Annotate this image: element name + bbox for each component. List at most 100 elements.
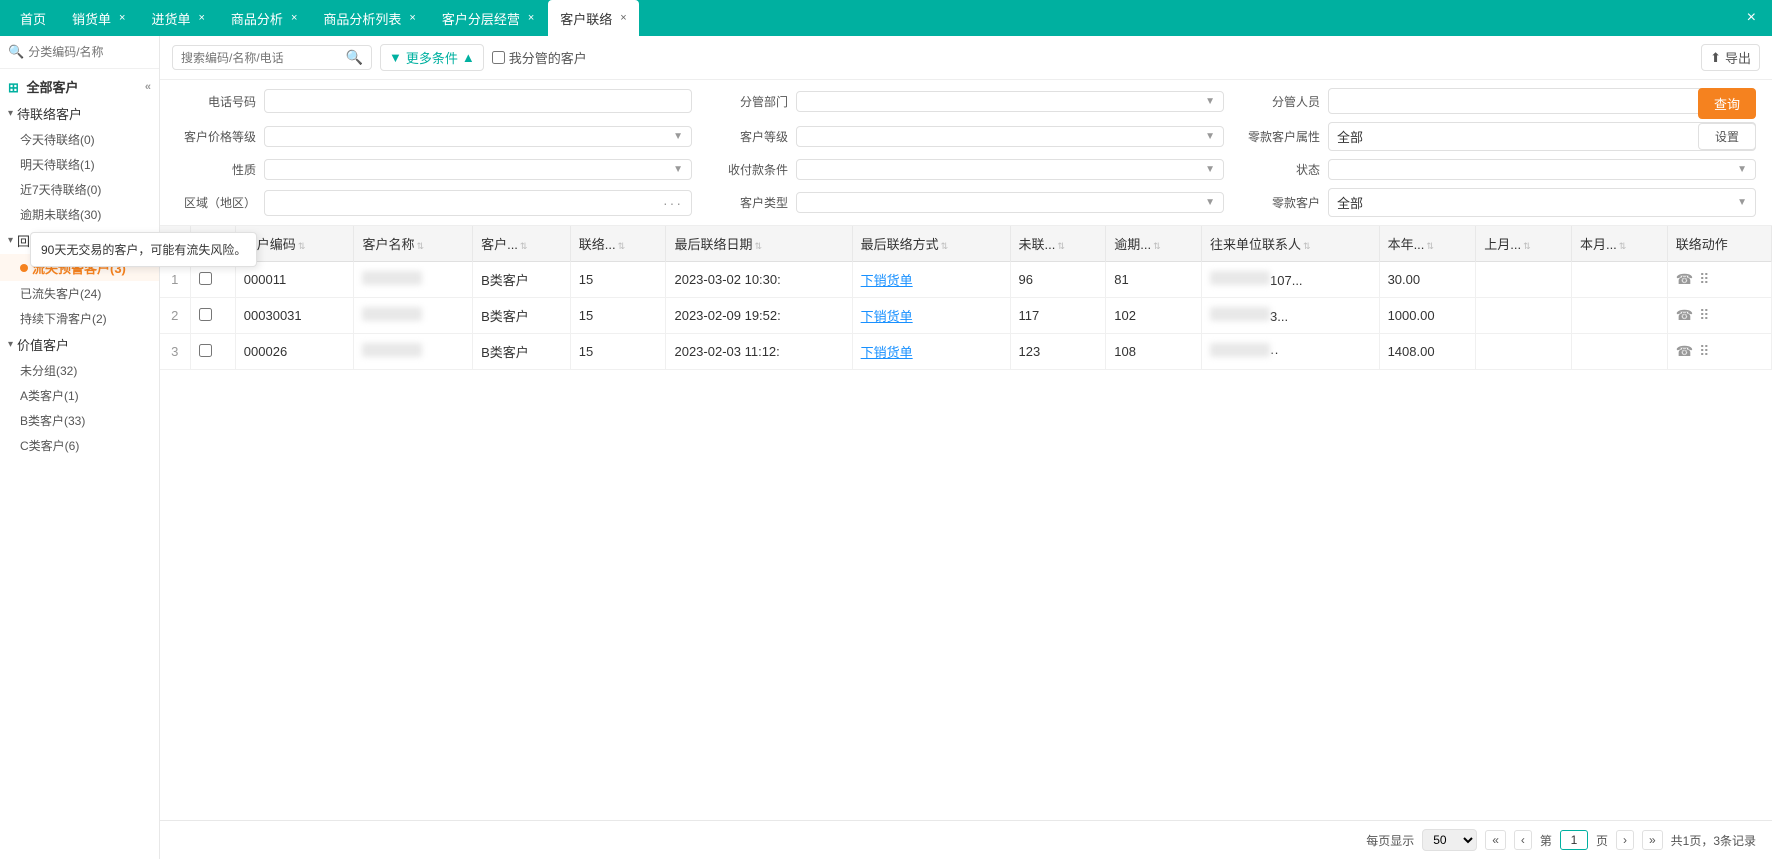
tab-close-icon-6[interactable]: × <box>620 12 626 24</box>
zero-attr-label: 零款客户属性 <box>1240 128 1320 145</box>
col-header-overdue[interactable]: 逾期...⇅ <box>1106 226 1202 262</box>
pagination: 每页显示 50 100 200 « ‹ 第 1 页 › » 共1页，3条记录 <box>160 820 1772 859</box>
sort-icon: ⇅ <box>941 241 949 251</box>
col-header-name[interactable]: 客户名称⇅ <box>354 226 473 262</box>
sidebar-item-0-3[interactable]: 逾期未联络(30) <box>0 202 159 227</box>
sidebar-item-2-2[interactable]: B类客户(33) <box>0 408 159 433</box>
price-level-select[interactable]: ▼ <box>264 126 692 147</box>
col-header-last_contact_date[interactable]: 最后联络日期⇅ <box>666 226 852 262</box>
sidebar-item-1-1[interactable]: 已流失客户(24) <box>0 281 159 306</box>
more-action-icon[interactable]: ⠿ <box>1699 343 1709 360</box>
zero-customer-select[interactable]: 全部▼ <box>1328 188 1756 217</box>
nav-tab-0[interactable]: 首页 <box>8 0 58 36</box>
per-page-select[interactable]: 50 100 200 <box>1422 829 1477 851</box>
tab-close-icon-4[interactable]: × <box>409 12 415 24</box>
gender-label: 性质 <box>176 161 256 178</box>
sidebar-item-2-0[interactable]: 未分组(32) <box>0 358 159 383</box>
last-contact-method[interactable]: 下销货单 <box>852 262 1010 298</box>
search-button[interactable]: 🔍 <box>346 49 363 66</box>
method-link[interactable]: 下销货单 <box>861 345 913 360</box>
nav-tab-3[interactable]: 商品分析× <box>219 0 309 36</box>
nav-tab-2[interactable]: 进货单× <box>139 0 216 36</box>
next-page-button[interactable]: › <box>1616 830 1634 850</box>
col-header-uncontacted[interactable]: 未联...⇅ <box>1010 226 1106 262</box>
window-close-button[interactable]: × <box>1739 5 1764 31</box>
my-customers-checkbox[interactable] <box>492 51 505 64</box>
last-contact-method[interactable]: 下销货单 <box>852 334 1010 370</box>
col-header-this_year[interactable]: 本年...⇅ <box>1379 226 1476 262</box>
last-page-button[interactable]: » <box>1642 830 1663 850</box>
col-header-contact_person[interactable]: 往来单位联系人⇅ <box>1202 226 1380 262</box>
sort-icon: ⇅ <box>1303 241 1311 251</box>
grid-icon: ⊞ <box>8 80 19 95</box>
nav-tab-1[interactable]: 销货单× <box>60 0 137 36</box>
filter-row-1: 电话号码 分管部门 ▼ 分管人员 ··· 查询 设置 <box>176 88 1756 114</box>
method-link[interactable]: 下销货单 <box>861 273 913 288</box>
sidebar-collapse-button[interactable]: « <box>145 81 151 93</box>
tab-close-icon-1[interactable]: × <box>119 12 125 24</box>
tab-close-icon-2[interactable]: × <box>198 12 204 24</box>
toolbar: 🔍 ▼ 更多条件 ▲ 我分管的客户 ⬆ 导出 <box>160 36 1772 80</box>
nav-tab-4[interactable]: 商品分析列表× <box>311 0 427 36</box>
sidebar-item-0-1[interactable]: 明天待联络(1) <box>0 152 159 177</box>
zero-attr-select[interactable]: 全部▼ <box>1328 122 1756 151</box>
contact-person-blurred <box>1210 307 1270 321</box>
row-checkbox[interactable] <box>199 308 212 321</box>
last-contact-method[interactable]: 下销货单 <box>852 298 1010 334</box>
contact-count: 15 <box>570 298 666 334</box>
customer-type-select[interactable]: ▼ <box>796 192 1224 213</box>
nav-tab-6[interactable]: 客户联络× <box>548 0 638 36</box>
more-action-icon[interactable]: ⠿ <box>1699 271 1709 288</box>
sidebar-item-2-3[interactable]: C类客户(6) <box>0 433 159 458</box>
phone-input[interactable] <box>264 89 692 113</box>
sidebar-item-2-1[interactable]: A类客户(1) <box>0 383 159 408</box>
row-checkbox[interactable] <box>199 344 212 357</box>
person-select[interactable]: ··· <box>1328 88 1756 114</box>
customer-type: B类客户 <box>473 334 571 370</box>
payment-select[interactable]: ▼ <box>796 159 1224 180</box>
current-page[interactable]: 1 <box>1560 830 1588 850</box>
sidebar-item-0-2[interactable]: 近7天待联络(0) <box>0 177 159 202</box>
col-header-type[interactable]: 客户...⇅ <box>473 226 571 262</box>
settings-button[interactable]: 设置 <box>1698 123 1756 150</box>
col-header-last_month[interactable]: 上月...⇅ <box>1476 226 1572 262</box>
more-action-icon[interactable]: ⠿ <box>1699 307 1709 324</box>
sidebar-item-1-2[interactable]: 持续下滑客户(2) <box>0 306 159 331</box>
status-select[interactable]: ▼ <box>1328 159 1756 180</box>
nav-tab-5[interactable]: 客户分层经营× <box>430 0 546 36</box>
export-button[interactable]: ⬆ 导出 <box>1701 44 1760 71</box>
this-year-amount: 1408.00 <box>1379 334 1476 370</box>
gender-select[interactable]: ▼ <box>264 159 692 180</box>
method-link[interactable]: 下销货单 <box>861 309 913 324</box>
my-customers-checkbox-label[interactable]: 我分管的客户 <box>492 48 587 67</box>
top-nav: 首页销货单×进货单×商品分析×商品分析列表×客户分层经营×客户联络× × <box>0 0 1772 36</box>
contact-person: 3... <box>1202 298 1380 334</box>
more-filter-button[interactable]: ▼ 更多条件 ▲ <box>380 44 484 71</box>
query-button[interactable]: 查询 <box>1698 88 1756 119</box>
sidebar-search-input[interactable] <box>28 45 160 59</box>
overdue-days: 108 <box>1106 334 1202 370</box>
contact-action-icon[interactable]: ☎ <box>1676 343 1693 360</box>
tab-close-icon-3[interactable]: × <box>291 12 297 24</box>
row-checkbox[interactable] <box>199 272 212 285</box>
sidebar-group-0[interactable]: ▾待联络客户 <box>0 100 159 127</box>
sidebar-item-0-0[interactable]: 今天待联络(0) <box>0 127 159 152</box>
col-header-contact[interactable]: 联络...⇅ <box>570 226 666 262</box>
tab-close-icon-5[interactable]: × <box>528 12 534 24</box>
filter-row-4: 区域（地区） ··· 客户类型 ▼ 零款客户 全部▼ <box>176 188 1756 217</box>
sidebar-group-2[interactable]: ▾价值客户 <box>0 331 159 358</box>
contact-action-icon[interactable]: ☎ <box>1676 307 1693 324</box>
customer-level-select[interactable]: ▼ <box>796 126 1224 147</box>
dept-select[interactable]: ▼ <box>796 91 1224 112</box>
table-row: 200030031B类客户152023-02-09 19:52:下销货单1171… <box>160 298 1772 334</box>
per-page-label: 每页显示 <box>1366 832 1414 849</box>
region-select[interactable]: ··· <box>264 190 692 216</box>
prev-page-button[interactable]: ‹ <box>1514 830 1532 850</box>
search-input[interactable] <box>181 51 342 65</box>
col-header-this_month[interactable]: 本月...⇅ <box>1571 226 1667 262</box>
sidebar-all-customers-header[interactable]: ⊞ 全部客户 « <box>0 69 159 100</box>
col-header-last_contact_method[interactable]: 最后联络方式⇅ <box>852 226 1010 262</box>
first-page-button[interactable]: « <box>1485 830 1506 850</box>
contact-action-icon[interactable]: ☎ <box>1676 271 1693 288</box>
last-month-amount <box>1476 298 1572 334</box>
